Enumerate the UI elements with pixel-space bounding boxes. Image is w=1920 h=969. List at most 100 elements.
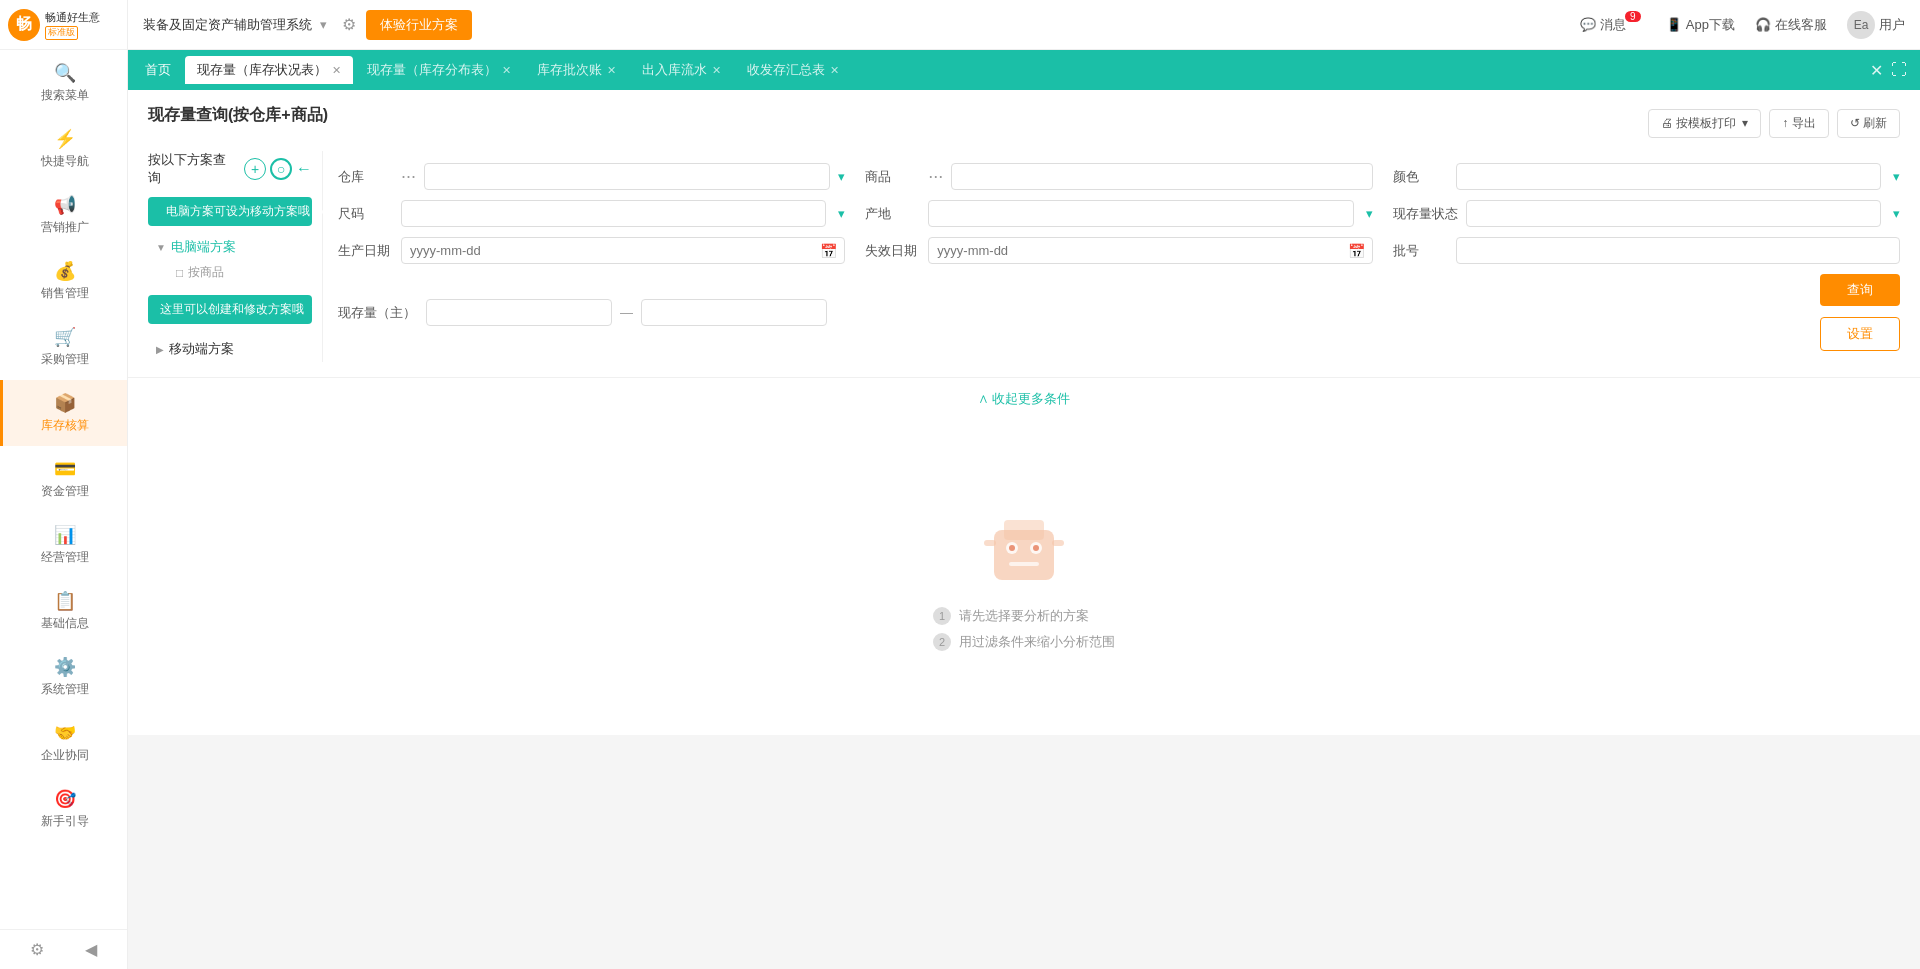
warehouse-input[interactable]	[424, 163, 830, 190]
origin-input[interactable]	[928, 200, 1353, 227]
topbar: 装备及固定资产辅助管理系统 ▾ ⚙ 体验行业方案 💬 消息 9 📱 App下载 …	[128, 0, 1920, 50]
batch-label: 批号	[1393, 242, 1448, 260]
svg-rect-6	[1009, 562, 1039, 566]
sidebar-item-guide[interactable]: 🎯 新手引导	[0, 776, 127, 842]
tree-node-pc[interactable]: ▼ 电脑端方案	[148, 234, 312, 260]
expire-date-label: 失效日期	[865, 242, 920, 260]
sidebar-item-sales[interactable]: 💰 销售管理	[0, 248, 127, 314]
expire-date-input[interactable]	[928, 237, 1372, 264]
tab-home[interactable]: 首页	[133, 56, 183, 84]
size-field: 尺码 ▾	[338, 200, 845, 227]
stock-qty-min-input[interactable]	[426, 299, 612, 326]
prod-date-input[interactable]	[401, 237, 845, 264]
svg-point-4	[1009, 545, 1015, 551]
purchase-icon: 🛒	[54, 326, 76, 348]
warehouse-dropdown-icon[interactable]: ▾	[838, 169, 845, 184]
warehouse-field: 仓库 ··· ▾	[338, 163, 845, 190]
hint-num-1: 1	[933, 607, 951, 625]
prod-date-field: 生产日期 📅	[338, 237, 845, 264]
stock-qty-max-input[interactable]	[641, 299, 827, 326]
sidebar-item-basic[interactable]: 📋 基础信息	[0, 578, 127, 644]
settings-bottom-icon[interactable]: ⚙	[30, 940, 44, 959]
user-menu[interactable]: Ea 用户	[1847, 11, 1905, 39]
system-selector[interactable]: 装备及固定资产辅助管理系统 ▾	[143, 16, 327, 34]
print-btn[interactable]: 🖨 按模板打印 ▾	[1648, 109, 1762, 138]
search-btns: 查询 设置	[1820, 274, 1900, 351]
tab-fullscreen-icon[interactable]: ⛶	[1891, 61, 1907, 79]
export-btn[interactable]: ↑ 导出	[1769, 109, 1828, 138]
marketing-icon: 📢	[54, 194, 76, 216]
sidebar-item-system[interactable]: ⚙️ 系统管理	[0, 644, 127, 710]
refresh-btn[interactable]: ↺ 刷新	[1837, 109, 1900, 138]
sidebar-item-search[interactable]: 🔍 搜索菜单	[0, 50, 127, 116]
svg-rect-8	[1052, 540, 1064, 546]
stock-qty-range: —	[426, 299, 827, 326]
query-section: 现存量查询(按仓库+商品) 🖨 按模板打印 ▾ ↑ 导出 ↺ 刷新	[128, 90, 1920, 377]
edit-scheme-btn[interactable]: ○	[270, 158, 292, 180]
batch-input[interactable]	[1456, 237, 1900, 264]
tooltip2-close-btn[interactable]: ✕	[310, 302, 322, 318]
stock-status-input[interactable]	[1466, 200, 1881, 227]
tab-close-summary[interactable]: ✕	[830, 64, 839, 77]
basic-icon: 📋	[54, 590, 76, 612]
origin-dropdown-icon[interactable]: ▾	[1366, 206, 1373, 221]
sidebar-item-purchase[interactable]: 🛒 采购管理	[0, 314, 127, 380]
reset-btn[interactable]: 设置	[1820, 317, 1900, 351]
tab-close-stock-dist[interactable]: ✕	[502, 64, 511, 77]
nav-icon: ⚡	[54, 128, 76, 150]
size-input[interactable]	[401, 200, 826, 227]
size-dropdown-icon[interactable]: ▾	[838, 206, 845, 221]
sidebar-bottom: ⚙ ◀	[0, 929, 127, 969]
sidebar-item-finance[interactable]: 💳 资金管理	[0, 446, 127, 512]
app-download-btn[interactable]: 📱 App下载	[1666, 16, 1735, 34]
tooltip1-close-btn[interactable]: ✕	[316, 204, 328, 220]
industry-btn[interactable]: 体验行业方案	[366, 10, 472, 40]
online-support-btn[interactable]: 🎧 在线客服	[1755, 16, 1827, 34]
sidebar-nav: 🔍 搜索菜单 ⚡ 快捷导航 📢 营销推广 💰 销售管理 🛒 采购管理 📦 库存核…	[0, 50, 127, 929]
tree-node-goods[interactable]: □ 按商品	[168, 260, 312, 285]
settings-gear-icon[interactable]: ⚙	[342, 15, 356, 34]
sidebar-logo: 畅 畅通好生意 标准版	[0, 0, 127, 50]
tab-close-stock-status[interactable]: ✕	[332, 64, 341, 77]
collapse-sidebar-icon[interactable]: ◀	[85, 940, 97, 959]
stock-qty-label: 现存量（主）	[338, 304, 418, 322]
refresh-icon: ↺	[1850, 116, 1863, 130]
tab-stock-status[interactable]: 现存量（库存状况表） ✕	[185, 56, 353, 84]
tab-batch[interactable]: 库存批次账 ✕	[525, 56, 628, 84]
hint-item-2: 2 用过滤条件来缩小分析范围	[933, 629, 1115, 655]
svg-point-5	[1033, 545, 1039, 551]
tab-close-batch[interactable]: ✕	[607, 64, 616, 77]
expire-date-wrap: 📅	[928, 237, 1372, 264]
tab-flow[interactable]: 出入库流水 ✕	[630, 56, 733, 84]
filter-arrow-icon[interactable]: ←	[296, 160, 312, 178]
sidebar: 畅 畅通好生意 标准版 🔍 搜索菜单 ⚡ 快捷导航 📢 营销推广 💰 销售管理 …	[0, 0, 128, 969]
message-btn[interactable]: 💬 消息 9	[1580, 16, 1646, 34]
tab-close-all-icon[interactable]: ✕	[1870, 61, 1883, 80]
tree-node-mobile[interactable]: ▶ 移动端方案	[148, 336, 312, 362]
tab-close-flow[interactable]: ✕	[712, 64, 721, 77]
collapse-more-btn[interactable]: ∧ 收起更多条件	[128, 377, 1920, 420]
expire-date-calendar-icon: 📅	[1348, 243, 1365, 259]
stock-status-field: 现存量状态 ▾	[1393, 200, 1900, 227]
goods-input[interactable]	[951, 163, 1372, 190]
sidebar-item-nav[interactable]: ⚡ 快捷导航	[0, 116, 127, 182]
tab-stock-dist[interactable]: 现存量（库存分布表） ✕	[355, 56, 523, 84]
color-dropdown-icon[interactable]: ▾	[1893, 169, 1900, 184]
add-scheme-btn[interactable]: +	[244, 158, 266, 180]
search-btn[interactable]: 查询	[1820, 274, 1900, 306]
color-label: 颜色	[1393, 168, 1448, 186]
filter-icons: + ○ ←	[244, 158, 312, 180]
expire-date-field: 失效日期 📅	[865, 237, 1372, 264]
tab-summary[interactable]: 收发存汇总表 ✕	[735, 56, 851, 84]
sidebar-item-inventory[interactable]: 📦 库存核算	[0, 380, 127, 446]
color-input[interactable]	[1456, 163, 1881, 190]
sidebar-item-marketing[interactable]: 📢 营销推广	[0, 182, 127, 248]
stock-status-label: 现存量状态	[1393, 205, 1458, 223]
origin-field: 产地 ▾	[865, 200, 1372, 227]
logo-text: 畅通好生意 标准版	[45, 10, 100, 40]
filter-left: 按以下方案查询 + ○ ← 电脑方案可设为移动方案哦 ✕	[148, 151, 323, 362]
sidebar-item-corp[interactable]: 🤝 企业协同	[0, 710, 127, 776]
stock-status-dropdown-icon[interactable]: ▾	[1893, 206, 1900, 221]
sidebar-item-management[interactable]: 📊 经营管理	[0, 512, 127, 578]
prod-date-label: 生产日期	[338, 242, 393, 260]
